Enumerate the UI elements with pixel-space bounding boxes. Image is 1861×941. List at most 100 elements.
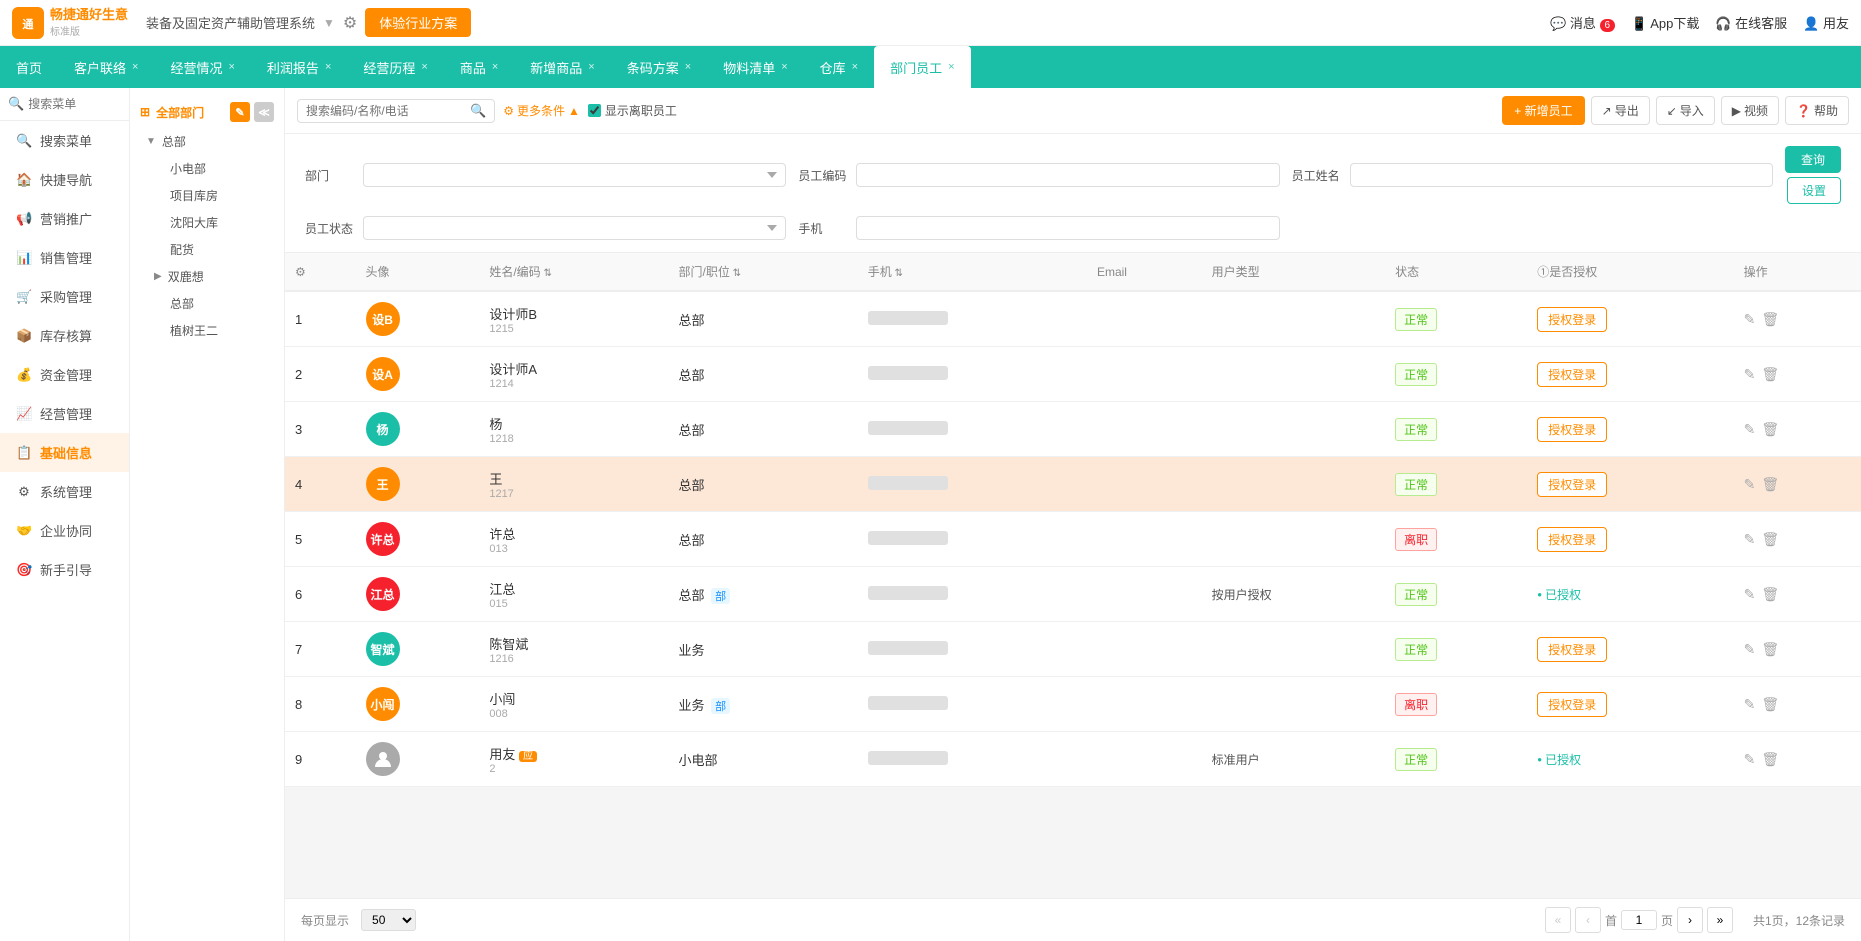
table-row[interactable]: 1设B设计师B1215总部正常授权登录 ✎ 🗑 (285, 291, 1861, 347)
nav-tab-部门员工[interactable]: 部门员工× (874, 46, 970, 88)
close-tab-icon[interactable]: × (492, 61, 498, 73)
dropdown-arrow-icon[interactable]: ▼ (323, 16, 335, 30)
auth-button[interactable]: 授权登录 (1537, 307, 1607, 332)
nav-tab-首页[interactable]: 首页 (0, 46, 58, 88)
close-tab-icon[interactable]: × (421, 61, 427, 73)
tree-edit-btn[interactable]: ✎ (230, 102, 250, 122)
delete-icon[interactable]: 🗑 (1761, 641, 1779, 658)
edit-icon[interactable]: ✎ (1744, 531, 1756, 548)
table-row[interactable]: 3杨杨1218总部正常授权登录 ✎ 🗑 (285, 402, 1861, 457)
import-button[interactable]: ↙ 导入 (1656, 96, 1715, 125)
sidebar-item-销售管理[interactable]: 📊 销售管理 (0, 238, 129, 277)
phone-input[interactable] (856, 216, 1279, 240)
tree-item-总部[interactable]: ▼总部 (130, 128, 284, 155)
show-resigned-check[interactable] (588, 104, 601, 117)
all-dept-label[interactable]: 全部部门 (156, 104, 204, 121)
table-row[interactable]: 8小闯小闯008业务 部离职授权登录 ✎ 🗑 (285, 677, 1861, 732)
online-service-button[interactable]: 🎧 在线客服 (1715, 13, 1787, 32)
sidebar-item-新手引导[interactable]: 🎯 新手引导 (0, 550, 129, 589)
close-tab-icon[interactable]: × (781, 61, 787, 73)
user-avatar[interactable]: 👤 用友 (1803, 13, 1849, 32)
tree-item-配货[interactable]: 配货 (130, 236, 284, 263)
delete-icon[interactable]: 🗑 (1761, 311, 1779, 328)
table-row[interactable]: 6江总江总015总部 部按用户授权正常已授权 ✎ 🗑 (285, 567, 1861, 622)
video-button[interactable]: ▶ 视频 (1721, 96, 1779, 125)
add-employee-button[interactable]: + 新增员工 (1502, 96, 1584, 125)
empcode-input[interactable] (856, 163, 1279, 187)
sidebar-item-经营管理[interactable]: 📈 经营管理 (0, 394, 129, 433)
auth-button[interactable]: 授权登录 (1537, 417, 1607, 442)
help-button[interactable]: ❓ 帮助 (1785, 96, 1849, 125)
nav-tab-经营历程[interactable]: 经营历程× (347, 46, 443, 88)
tree-item-总部[interactable]: 总部 (130, 290, 284, 317)
table-row[interactable]: 9用友 应2小电部标准用户正常已授权 ✎ 🗑 (285, 732, 1861, 787)
nav-tab-物料清单[interactable]: 物料清单× (707, 46, 803, 88)
tree-item-植树王二[interactable]: 植树王二 (130, 317, 284, 344)
delete-icon[interactable]: 🗑 (1761, 531, 1779, 548)
col-[interactable]: 部门/职位 (669, 253, 858, 291)
next-page-btn[interactable]: › (1677, 907, 1703, 933)
sidebar-item-库存核算[interactable]: 📦 库存核算 (0, 316, 129, 355)
last-page-btn[interactable]: » (1707, 907, 1733, 933)
edit-icon[interactable]: ✎ (1744, 696, 1756, 713)
auth-button[interactable]: 授权登录 (1537, 472, 1607, 497)
gear-icon[interactable]: ⚙ (343, 13, 357, 33)
tree-item-项目库房[interactable]: 项目库房 (130, 182, 284, 209)
sidebar-search-input[interactable] (28, 97, 121, 111)
close-tab-icon[interactable]: × (228, 61, 234, 73)
edit-icon[interactable]: ✎ (1744, 476, 1756, 493)
table-row[interactable]: 2设A设计师A1214总部正常授权登录 ✎ 🗑 (285, 347, 1861, 402)
search-input[interactable] (306, 104, 466, 118)
delete-icon[interactable]: 🗑 (1761, 696, 1779, 713)
prev-page-btn[interactable]: ‹ (1575, 907, 1601, 933)
delete-icon[interactable]: 🗑 (1761, 751, 1779, 768)
nav-tab-仓库[interactable]: 仓库× (804, 46, 874, 88)
nav-tab-商品[interactable]: 商品× (444, 46, 514, 88)
delete-icon[interactable]: 🗑 (1761, 476, 1779, 493)
dept-select[interactable] (363, 163, 786, 187)
sidebar-item-搜索菜单[interactable]: 🔍 搜索菜单 (0, 121, 129, 160)
set-button[interactable]: 设置 (1787, 177, 1841, 204)
sidebar-item-资金管理[interactable]: 💰 资金管理 (0, 355, 129, 394)
edit-icon[interactable]: ✎ (1744, 366, 1756, 383)
close-tab-icon[interactable]: × (325, 61, 331, 73)
edit-icon[interactable]: ✎ (1744, 421, 1756, 438)
edit-icon[interactable]: ✎ (1744, 311, 1756, 328)
tree-collapse-btn[interactable]: ≪ (254, 102, 274, 122)
experience-button[interactable]: 体验行业方案 (365, 8, 471, 37)
auth-button[interactable]: 授权登录 (1537, 692, 1607, 717)
close-tab-icon[interactable]: × (132, 61, 138, 73)
close-tab-icon[interactable]: × (685, 61, 691, 73)
table-row[interactable]: 7智斌陈智斌1216业务正常授权登录 ✎ 🗑 (285, 622, 1861, 677)
empstatus-select[interactable] (363, 216, 786, 240)
sidebar-item-采购管理[interactable]: 🛒 采购管理 (0, 277, 129, 316)
first-page-btn[interactable]: « (1545, 907, 1571, 933)
edit-icon[interactable]: ✎ (1744, 641, 1756, 658)
tree-item-沈阳大库[interactable]: 沈阳大库 (130, 209, 284, 236)
nav-tab-经营情况[interactable]: 经营情况× (154, 46, 250, 88)
delete-icon[interactable]: 🗑 (1761, 586, 1779, 603)
auth-button[interactable]: 授权登录 (1537, 637, 1607, 662)
app-download-button[interactable]: 📱 App下载 (1631, 13, 1699, 32)
nav-tab-客户联络[interactable]: 客户联络× (58, 46, 154, 88)
auth-button[interactable]: 授权登录 (1537, 362, 1607, 387)
delete-icon[interactable]: 🗑 (1761, 366, 1779, 383)
table-row[interactable]: 5许总许总013总部离职授权登录 ✎ 🗑 (285, 512, 1861, 567)
search-submit-icon[interactable]: 🔍 (470, 103, 486, 119)
sidebar-item-快捷导航[interactable]: 🏠 快捷导航 (0, 160, 129, 199)
sidebar-item-营销推广[interactable]: 📢 营销推广 (0, 199, 129, 238)
nav-tab-利润报告[interactable]: 利润报告× (251, 46, 347, 88)
more-filter-btn[interactable]: ⚙ 更多条件 ▲ (503, 102, 580, 119)
delete-icon[interactable]: 🗑 (1761, 421, 1779, 438)
export-button[interactable]: ↗ 导出 (1591, 96, 1650, 125)
nav-tab-新增商品[interactable]: 新增商品× (514, 46, 610, 88)
page-number-input[interactable] (1621, 910, 1657, 930)
sidebar-item-基础信息[interactable]: 📋 基础信息 (0, 433, 129, 472)
close-tab-icon[interactable]: × (588, 61, 594, 73)
nav-tab-条码方案[interactable]: 条码方案× (611, 46, 707, 88)
close-tab-icon[interactable]: × (948, 61, 954, 73)
auth-button[interactable]: 授权登录 (1537, 527, 1607, 552)
edit-icon[interactable]: ✎ (1744, 586, 1756, 603)
page-size-select[interactable]: 102050100 (361, 909, 416, 931)
sidebar-search-box[interactable]: 🔍 (0, 88, 129, 121)
